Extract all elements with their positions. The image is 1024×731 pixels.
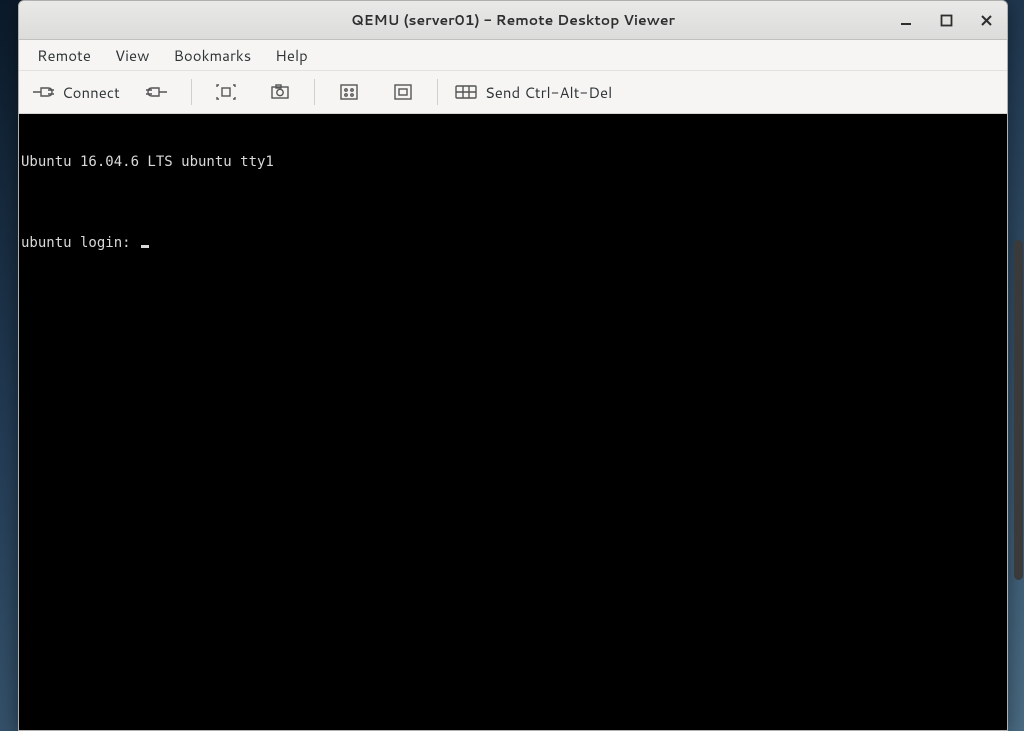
- best-fit-button[interactable]: [323, 74, 375, 110]
- connect-button[interactable]: Connect: [23, 74, 129, 110]
- scrollbar-thumb[interactable]: [1014, 240, 1023, 580]
- toolbar-separator: [314, 79, 315, 105]
- fullscreen-icon: [216, 83, 236, 101]
- terminal-line: ubuntu login:: [21, 233, 1005, 253]
- page-scrollbar[interactable]: [1012, 110, 1024, 723]
- connect-button-label: Connect: [62, 82, 120, 103]
- fullscreen-button[interactable]: [200, 74, 252, 110]
- best-fit-icon: [339, 83, 359, 101]
- disconnect-button[interactable]: [131, 74, 183, 110]
- toolbar-separator: [437, 79, 438, 105]
- toolbar: Connect: [19, 71, 1007, 114]
- plug-right-icon: [32, 83, 54, 101]
- terminal-cursor: [141, 245, 149, 248]
- terminal-line: [21, 193, 1005, 213]
- remote-view[interactable]: Ubuntu 16.04.6 LTS ubuntu tty1 ubuntu lo…: [19, 114, 1007, 730]
- close-button[interactable]: [973, 7, 999, 33]
- menu-bookmarks[interactable]: Bookmarks: [161, 40, 263, 71]
- window-title: QEMU (server01) - Remote Desktop Viewer: [351, 10, 675, 30]
- screenshot-button[interactable]: [254, 74, 306, 110]
- menu-help[interactable]: Help: [263, 40, 320, 71]
- plug-left-icon: [146, 83, 168, 101]
- terminal[interactable]: Ubuntu 16.04.6 LTS ubuntu tty1 ubuntu lo…: [19, 114, 1007, 730]
- minimize-button[interactable]: [893, 7, 919, 33]
- original-size-icon: [393, 83, 413, 101]
- terminal-line: Ubuntu 16.04.6 LTS ubuntu tty1: [21, 152, 1005, 172]
- titlebar: QEMU (server01) - Remote Desktop Viewer: [19, 1, 1007, 40]
- send-ctrl-alt-del-button[interactable]: Send Ctrl-Alt-Del: [446, 74, 621, 110]
- app-window: QEMU (server01) - Remote Desktop Viewer: [18, 0, 1008, 731]
- camera-icon: [270, 83, 290, 101]
- menu-remote[interactable]: Remote: [25, 40, 103, 71]
- toolbar-separator: [191, 79, 192, 105]
- menu-view[interactable]: View: [103, 40, 162, 71]
- menubar: Remote View Bookmarks Help: [19, 40, 1007, 71]
- original-size-button[interactable]: [377, 74, 429, 110]
- minimize-icon: [899, 13, 913, 27]
- window-controls: [893, 1, 999, 39]
- send-cad-label: Send Ctrl-Alt-Del: [485, 82, 612, 103]
- keyboard-icon: [455, 83, 477, 101]
- close-icon: [980, 14, 993, 27]
- maximize-icon: [940, 14, 953, 27]
- login-prompt: ubuntu login:: [21, 235, 139, 251]
- maximize-button[interactable]: [933, 7, 959, 33]
